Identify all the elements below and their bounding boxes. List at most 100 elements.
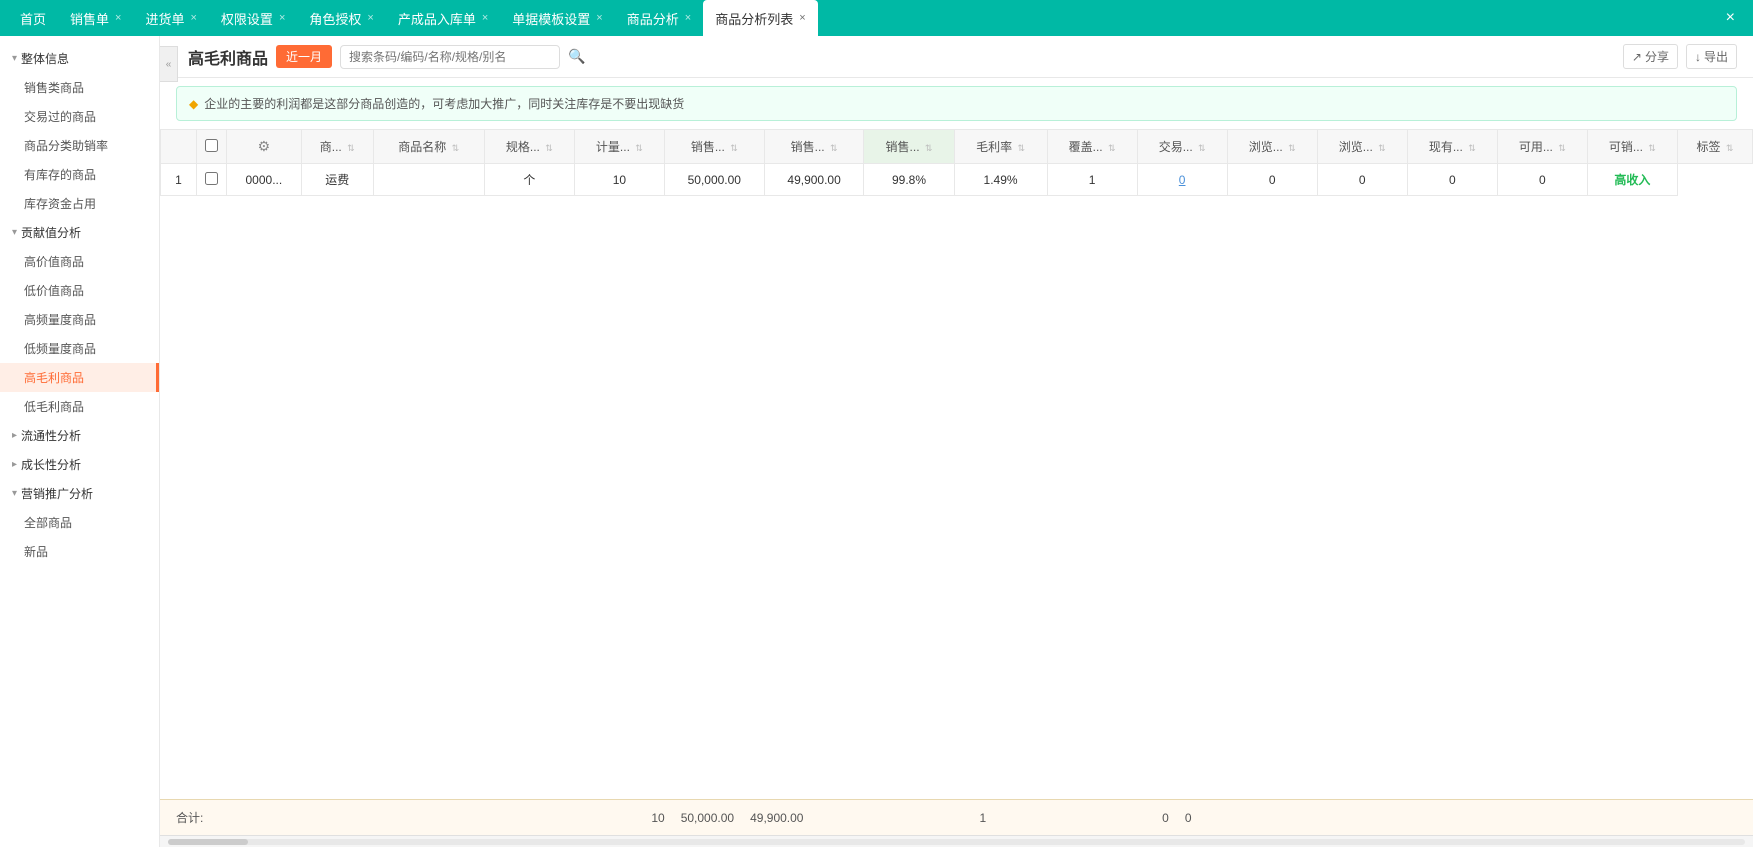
nav-close-all[interactable]: × [1716, 9, 1745, 27]
info-message: 企业的主要的利润都是这部分商品创造的，可考虑加大推广，同时关注库存是不要出现缺货 [204, 95, 684, 112]
content-area: « 高毛利商品 近一月 🔍 ↗ 分享 ↓ 导出 ◆ 企业的主要的利润都是这部分商… [160, 36, 1753, 847]
nav-close-role[interactable]: × [367, 12, 373, 24]
summary-bar: 合计: 10 50,000.00 49,900.00 1 0 0 [160, 799, 1753, 835]
sort-icon-qty: ⇅ [730, 143, 738, 153]
cell-sales-amount: 50,000.00 [664, 164, 764, 196]
top-nav: 首页 销售单 × 进货单 × 权限设置 × 角色授权 × 产成品入库单 × 单据… [0, 0, 1753, 36]
main-layout: ▾ 整体信息 销售类商品 交易过的商品 商品分类助销率 有库存的商品 库存资金占… [0, 36, 1753, 847]
table-row[interactable]: 1 0000... 运费 个 10 50,000.00 [161, 164, 1753, 196]
horizontal-scrollbar[interactable] [160, 835, 1753, 847]
sort-icon-tag: ⇅ [1726, 143, 1734, 153]
nav-purchase-order[interactable]: 进货单 × [133, 0, 208, 36]
sort-icon-spec: ⇅ [545, 143, 553, 153]
summary-sales-cost: 49,900.00 [742, 811, 811, 825]
settings-icon: ⚙ [258, 138, 271, 154]
sidebar-item-all-goods[interactable]: 全部商品 [0, 508, 159, 537]
scrollbar-thumb[interactable] [168, 839, 248, 845]
sidebar-item-low-margin[interactable]: 低毛利商品 [0, 392, 159, 421]
col-name-header[interactable]: 商品名称 ⇅ [373, 130, 484, 164]
search-input[interactable] [340, 45, 560, 69]
cell-browse2: 0 [1227, 164, 1317, 196]
search-button[interactable]: 🔍 [568, 48, 585, 65]
nav-close-purchase-order[interactable]: × [190, 12, 196, 24]
col-browse2-header[interactable]: 浏览... ⇅ [1317, 130, 1407, 164]
nav-product-analysis-list[interactable]: 商品分析列表 × [703, 0, 817, 36]
cell-spec [373, 164, 484, 196]
cell-sales-qty: 10 [574, 164, 664, 196]
nav-product-instock[interactable]: 产成品入库单 × [386, 0, 500, 36]
col-tag-header[interactable]: 标签 ⇅ [1677, 130, 1752, 164]
col-spec-header[interactable]: 规格... ⇅ [484, 130, 574, 164]
sidebar-group-growth-analysis[interactable]: ▸ 成长性分析 [0, 450, 159, 479]
col-saleable-header[interactable]: 可销... ⇅ [1587, 130, 1677, 164]
col-gross-rate-header[interactable]: 毛利率 ⇅ [954, 130, 1047, 164]
sidebar-collapse-btn[interactable]: « [160, 46, 178, 82]
sidebar: ▾ 整体信息 销售类商品 交易过的商品 商品分类助销率 有库存的商品 库存资金占… [0, 36, 160, 847]
row-checkbox[interactable] [205, 172, 218, 185]
scrollbar-track[interactable] [168, 839, 1745, 845]
col-stock-header[interactable]: 现有... ⇅ [1407, 130, 1497, 164]
info-icon: ◆ [189, 97, 198, 111]
cell-check[interactable] [197, 164, 227, 196]
export-button[interactable]: ↓ 导出 [1686, 44, 1737, 69]
cell-tag: 高收入 [1587, 164, 1677, 196]
nav-order-template[interactable]: 单据模板设置 × [500, 0, 614, 36]
col-settings-header[interactable]: ⚙ [227, 130, 302, 164]
sidebar-group-marketing-analysis[interactable]: ▾ 营销推广分析 [0, 479, 159, 508]
table-wrapper[interactable]: ⚙ 商... ⇅ 商品名称 ⇅ 规格... ⇅ [160, 129, 1753, 799]
nav-sales-order[interactable]: 销售单 × [58, 0, 133, 36]
sidebar-item-inventory-goods[interactable]: 有库存的商品 [0, 160, 159, 189]
share-button[interactable]: ↗ 分享 [1623, 44, 1678, 69]
summary-stock: 0 [1154, 811, 1177, 825]
select-all-checkbox[interactable] [205, 139, 218, 152]
time-filter-btn[interactable]: 近一月 [276, 45, 332, 68]
nav-close-analysis[interactable]: × [685, 12, 691, 24]
col-transaction-header[interactable]: 交易... ⇅ [1137, 130, 1227, 164]
nav-close-analysis-list[interactable]: × [799, 12, 805, 24]
sort-icon-browse2: ⇅ [1378, 143, 1386, 153]
share-icon: ↗ [1632, 50, 1642, 64]
sidebar-group-overall-info[interactable]: ▾ 整体信息 [0, 44, 159, 73]
sidebar-item-low-freq[interactable]: 低频量度商品 [0, 334, 159, 363]
sidebar-item-goods-assist-rate[interactable]: 商品分类助销率 [0, 131, 159, 160]
cell-browse1[interactable]: 0 [1137, 164, 1227, 196]
sidebar-item-traded-goods[interactable]: 交易过的商品 [0, 102, 159, 131]
col-sales-cost-header[interactable]: 销售... ⇅ [864, 130, 954, 164]
col-check-header[interactable] [197, 130, 227, 164]
cell-stock: 0 [1317, 164, 1407, 196]
col-sales-amount-header[interactable]: 销售... ⇅ [764, 130, 864, 164]
nav-home[interactable]: 首页 [8, 0, 58, 36]
sidebar-item-new-goods[interactable]: 新品 [0, 537, 159, 566]
nav-permission-settings[interactable]: 权限设置 × [209, 0, 297, 36]
nav-close-template[interactable]: × [596, 12, 602, 24]
col-code-header[interactable]: 商... ⇅ [301, 130, 373, 164]
search-icon: 🔍 [568, 48, 585, 64]
nav-close-sales-order[interactable]: × [115, 12, 121, 24]
arrow-overall-info: ▾ [12, 53, 17, 64]
col-available-header[interactable]: 可用... ⇅ [1497, 130, 1587, 164]
summary-sales-qty: 10 [643, 811, 672, 825]
nav-close-instock[interactable]: × [482, 12, 488, 24]
sidebar-item-low-value[interactable]: 低价值商品 [0, 276, 159, 305]
sidebar-item-high-margin[interactable]: 高毛利商品 [0, 363, 159, 392]
sidebar-item-high-value[interactable]: 高价值商品 [0, 247, 159, 276]
summary-sales-amount: 50,000.00 [673, 811, 742, 825]
col-browse1-header[interactable]: 浏览... ⇅ [1227, 130, 1317, 164]
sidebar-group-flow-analysis[interactable]: ▸ 流通性分析 [0, 421, 159, 450]
sort-icon-cost: ⇅ [925, 143, 933, 153]
sort-icon-available: ⇅ [1558, 143, 1566, 153]
nav-product-analysis[interactable]: 商品分析 × [615, 0, 703, 36]
col-unit-header[interactable]: 计量... ⇅ [574, 130, 664, 164]
cell-unit: 个 [484, 164, 574, 196]
cell-name: 运费 [301, 164, 373, 196]
arrow-flow-analysis: ▸ [12, 430, 17, 441]
col-coverage-header[interactable]: 覆盖... ⇅ [1047, 130, 1137, 164]
col-sales-qty-header[interactable]: 销售... ⇅ [664, 130, 764, 164]
sidebar-group-asset-analysis[interactable]: ▾ 贡献值分析 [0, 218, 159, 247]
sidebar-item-high-freq[interactable]: 高频量度商品 [0, 305, 159, 334]
nav-role-permission[interactable]: 角色授权 × [297, 0, 385, 36]
sidebar-item-inventory-capital[interactable]: 库存资金占用 [0, 189, 159, 218]
sidebar-item-sales-goods[interactable]: 销售类商品 [0, 73, 159, 102]
nav-close-permission[interactable]: × [279, 12, 285, 24]
summary-transaction: 1 [971, 811, 994, 825]
